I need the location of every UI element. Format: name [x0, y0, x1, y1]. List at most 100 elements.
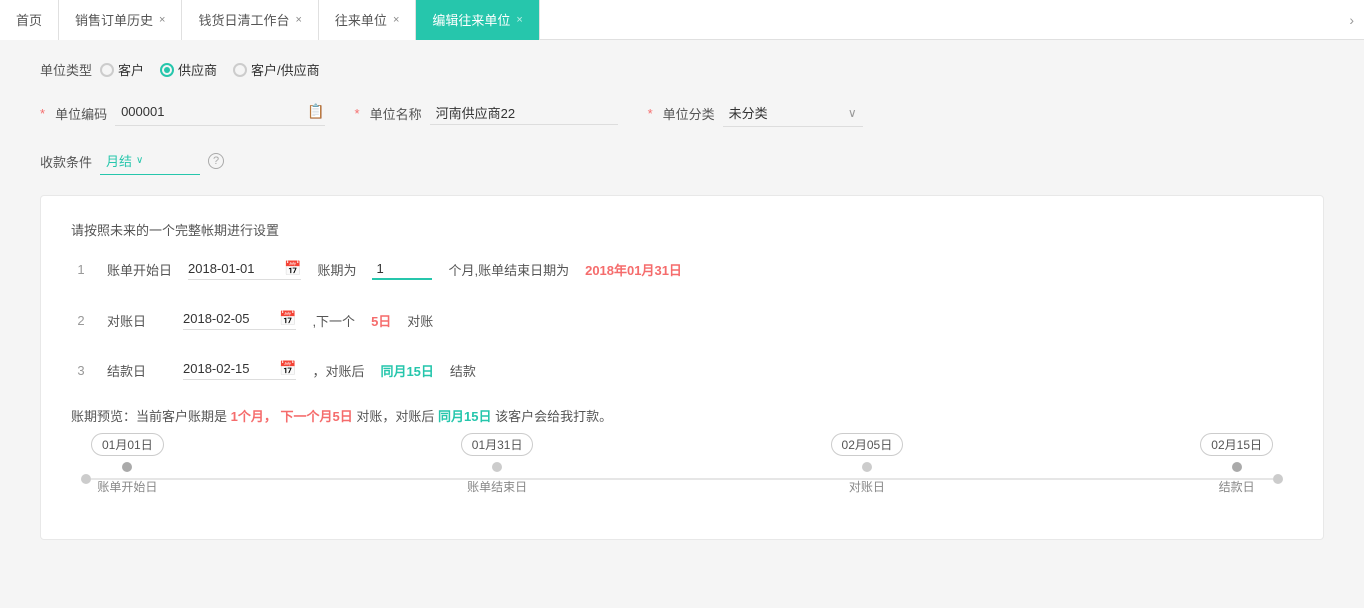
unit-name-required-star: *: [355, 106, 360, 121]
setting-row-2: 2 对账日 📅 ,下一个 5日 对账: [71, 310, 1293, 330]
timeline-point-1-top-label: 01月01日: [91, 433, 164, 456]
timeline-right-endpoint: [1273, 474, 1283, 484]
unit-category-chevron-icon: ∨: [848, 106, 857, 120]
unit-type-row: 单位类型 客户 供应商 客户/供应商: [40, 60, 1324, 79]
row-2-highlight: 5日: [371, 311, 391, 330]
radio-customer-circle: [100, 63, 114, 77]
radio-both-label: 客户/供应商: [251, 60, 320, 79]
tab-sales-history-label: 销售订单历史: [75, 10, 153, 29]
timeline-point-3-top-label: 02月05日: [831, 433, 904, 456]
tab-cash-workbench-close[interactable]: ×: [295, 14, 301, 26]
tab-sales-history[interactable]: 销售订单历史 ×: [59, 0, 182, 40]
tab-edit-contact[interactable]: 编辑往来单位 ×: [416, 0, 539, 40]
unit-category-dropdown[interactable]: 未分类 ∨: [723, 99, 863, 127]
payment-terms-chevron-icon: ∨: [136, 155, 143, 166]
row-1-end-date: 2018年01月31日: [585, 260, 682, 279]
unit-info-row: * 单位编码 📋 * 单位名称 * 单位分类 未分类 ∨: [40, 99, 1324, 127]
radio-customer[interactable]: 客户: [100, 60, 144, 79]
tab-cash-workbench-label: 钱货日清工作台: [198, 10, 289, 29]
tab-cash-workbench[interactable]: 钱货日清工作台 ×: [182, 0, 318, 40]
unit-code-icon[interactable]: 📋: [307, 103, 324, 120]
payment-terms-help-icon[interactable]: ?: [208, 153, 224, 169]
timeline-point-1-bottom-label: 账单开始日: [97, 478, 157, 495]
radio-supplier-label: 供应商: [178, 60, 217, 79]
row-1-date-wrap: 📅: [188, 260, 301, 280]
row-1-num: 1: [71, 262, 91, 277]
preview-part1: 1个月，: [231, 409, 277, 424]
radio-supplier-circle: [160, 63, 174, 77]
unit-category-value: 未分类: [729, 103, 768, 122]
tab-scroll-right-icon[interactable]: ›: [1349, 12, 1354, 28]
row-3-label: 结款日: [107, 361, 167, 380]
unit-type-radio-group: 客户 供应商 客户/供应商: [100, 60, 320, 79]
timeline-point-2-top-label: 01月31日: [461, 433, 534, 456]
radio-supplier[interactable]: 供应商: [160, 60, 217, 79]
timeline-point-4-dot: [1232, 462, 1242, 472]
setting-row-3: 3 结款日 📅 ，对账后 同月15日 结款: [71, 360, 1293, 380]
preview-part5: 该客户会给我打款。: [495, 409, 612, 424]
row-1-suffix-after: 个月,账单结束日期为: [448, 260, 569, 279]
row-3-prefix: ，对账后: [312, 361, 364, 380]
row-3-calendar-icon[interactable]: 📅: [279, 360, 296, 377]
row-3-date-wrap: 📅: [183, 360, 296, 380]
row-1-calendar-icon[interactable]: 📅: [284, 260, 301, 277]
timeline-container: 01月01日 账单开始日 01月31日 账单结束日 02月05日: [71, 449, 1293, 509]
tab-contacts-label: 往来单位: [335, 10, 387, 29]
timeline-point-4-top-label: 02月15日: [1200, 433, 1273, 456]
row-2-prefix: ,下一个: [312, 311, 355, 330]
preview-part3: 对账，对账后: [356, 409, 434, 424]
timeline-point-2-bottom-label: 账单结束日: [467, 478, 527, 495]
row-2-suffix: 对账: [407, 311, 433, 330]
radio-both-circle: [233, 63, 247, 77]
row-3-date-input[interactable]: [183, 361, 273, 376]
main-content: 单位类型 客户 供应商 客户/供应商 * 单位编码: [0, 40, 1364, 608]
row-2-date-wrap: 📅: [183, 310, 296, 330]
row-2-date-input[interactable]: [183, 311, 273, 326]
timeline-left-endpoint: [81, 474, 91, 484]
timeline-track: 01月01日 账单开始日 01月31日 账单结束日 02月05日: [91, 449, 1273, 509]
tab-sales-history-close[interactable]: ×: [159, 14, 165, 26]
unit-type-item: 单位类型 客户 供应商 客户/供应商: [40, 60, 320, 79]
unit-code-label: 单位编码: [55, 104, 107, 123]
tab-home[interactable]: 首页: [0, 0, 59, 40]
preview-text: 账期预览：当前客户账期是 1个月， 下一个月5日 对账，对账后 同月15日 该客…: [71, 406, 1293, 425]
row-1-date-input[interactable]: [188, 261, 278, 276]
preview-label: 账期预览：当前客户账期是: [71, 409, 227, 424]
panel-title: 请按照未来的一个完整帐期进行设置: [71, 220, 1293, 239]
timeline-point-1: 01月01日 账单开始日: [91, 463, 164, 495]
radio-both[interactable]: 客户/供应商: [233, 60, 320, 79]
payment-terms-select[interactable]: 月结 ∨: [100, 147, 200, 175]
unit-category-required-star: *: [648, 106, 653, 121]
timeline-point-3: 02月05日 对账日: [831, 463, 904, 495]
timeline-point-4: 02月15日 结款日: [1200, 463, 1273, 495]
timeline-point-2-dot: [492, 462, 502, 472]
unit-name-label: 单位名称: [370, 104, 422, 123]
row-1-suffix-before: 账期为: [317, 260, 356, 279]
timeline-point-1-dot: [122, 462, 132, 472]
row-1-months-input[interactable]: [372, 259, 432, 280]
tab-edit-contact-close[interactable]: ×: [516, 14, 522, 26]
row-3-highlight: 同月15日: [380, 361, 433, 380]
tab-contacts[interactable]: 往来单位 ×: [319, 0, 416, 40]
row-2-calendar-icon[interactable]: 📅: [279, 310, 296, 327]
timeline-point-3-bottom-label: 对账日: [849, 478, 885, 495]
unit-category-item: * 单位分类 未分类 ∨: [648, 99, 863, 127]
payment-terms-row: 收款条件 月结 ∨ ?: [40, 147, 1324, 175]
unit-code-item: * 单位编码 📋: [40, 100, 325, 126]
unit-category-label: 单位分类: [663, 104, 715, 123]
row-2-label: 对账日: [107, 311, 167, 330]
unit-code-input[interactable]: [115, 100, 303, 123]
unit-name-input[interactable]: [430, 101, 618, 125]
row-3-suffix: 结款: [450, 361, 476, 380]
radio-customer-label: 客户: [118, 60, 144, 79]
unit-code-input-wrap: 📋: [115, 100, 324, 126]
tabs-bar: 首页 销售订单历史 × 钱货日清工作台 × 往来单位 × 编辑往来单位 × ›: [0, 0, 1364, 40]
settings-panel: 请按照未来的一个完整帐期进行设置 1 账单开始日 📅 账期为 个月,账单结束日期…: [40, 195, 1324, 540]
payment-terms-value: 月结: [106, 151, 132, 170]
preview-part4: 同月15日: [438, 409, 491, 424]
tab-home-label: 首页: [16, 10, 42, 29]
timeline-points-row: 01月01日 账单开始日 01月31日 账单结束日 02月05日: [91, 463, 1273, 495]
setting-row-1: 1 账单开始日 📅 账期为 个月,账单结束日期为 2018年01月31日: [71, 259, 1293, 280]
payment-terms-item: 收款条件 月结 ∨ ?: [40, 147, 224, 175]
tab-contacts-close[interactable]: ×: [393, 14, 399, 26]
